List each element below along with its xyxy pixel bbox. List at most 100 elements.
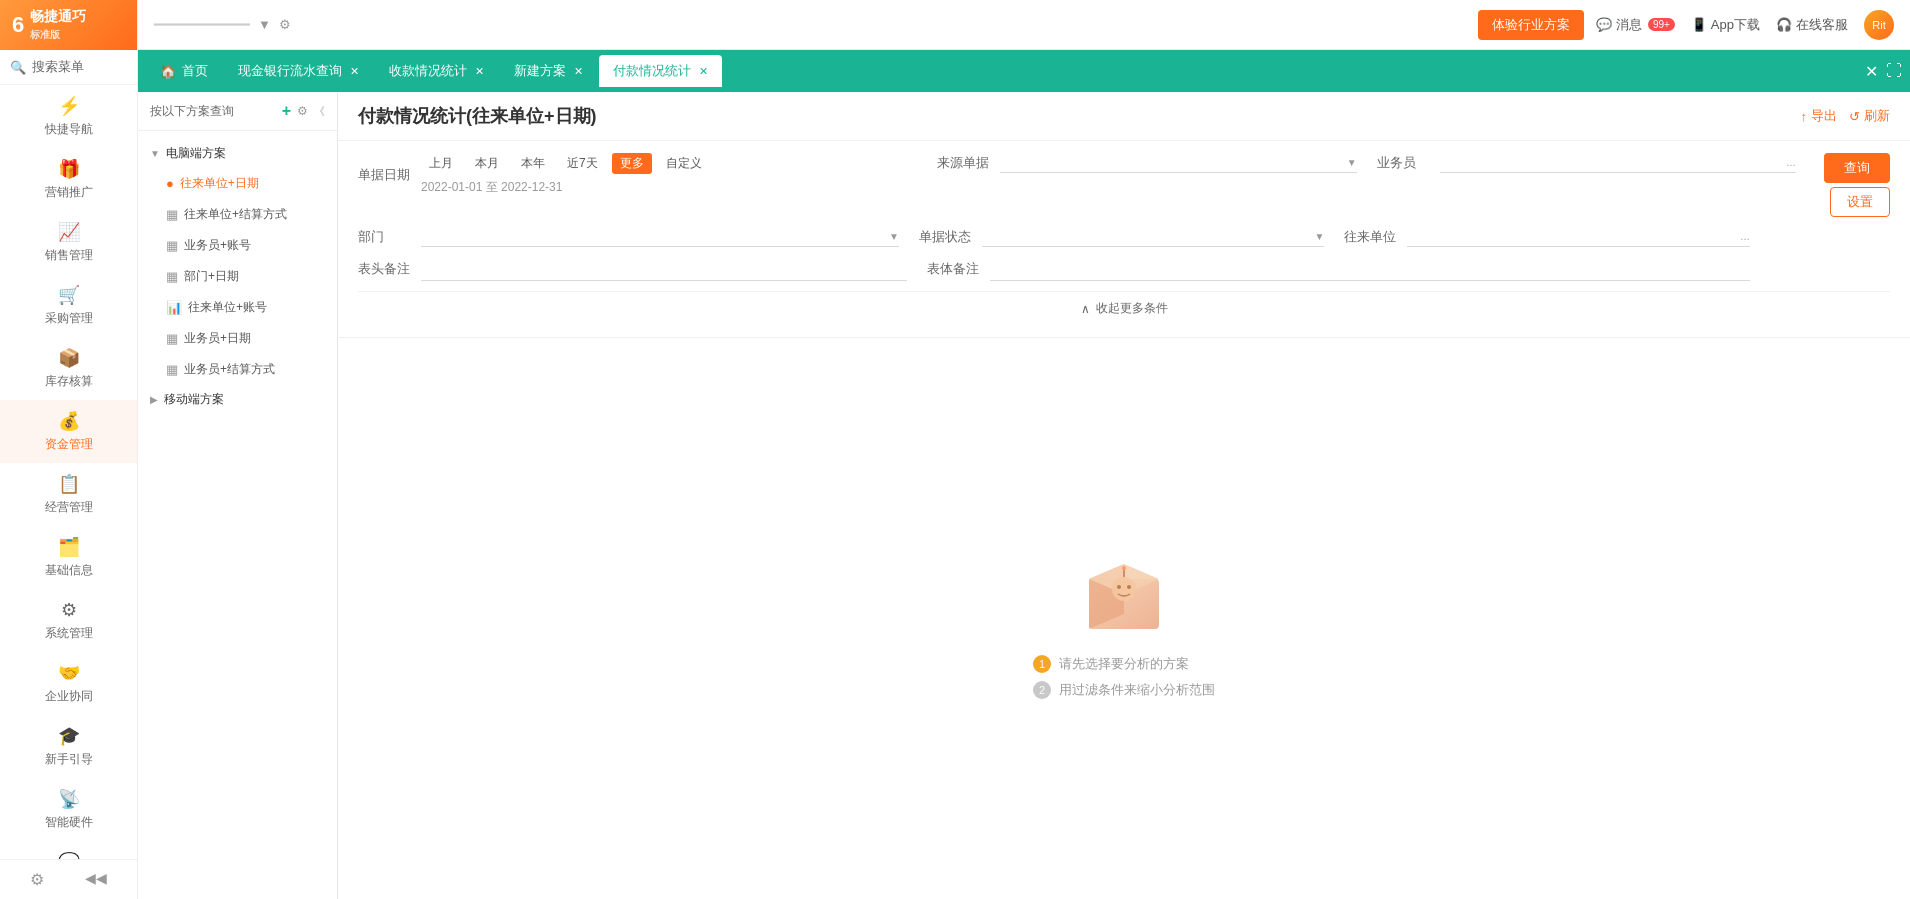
scheme-item-dept-date[interactable]: ▦ 部门+日期 [138, 261, 337, 292]
tab-cash-flow-label: 现金银行流水查询 [238, 62, 342, 80]
date-opt-more[interactable]: 更多 [612, 153, 652, 174]
filter-body-note-field: 表体备注 [927, 257, 1750, 281]
scheme-item-salesperson-date[interactable]: ▦ 业务员+日期 [138, 323, 337, 354]
tab-payment-detail[interactable]: 付款情况统计 ✕ [599, 55, 722, 87]
scheme-item-salesperson-settlement[interactable]: ▦ 业务员+结算方式 [138, 354, 337, 385]
scheme-group-mobile-title[interactable]: ▶ 移动端方案 [138, 385, 337, 414]
doc-status-label: 单据状态 [919, 228, 974, 246]
refresh-icon: ↺ [1849, 109, 1860, 124]
tab-new-scheme-label: 新建方案 [514, 62, 566, 80]
svg-point-5 [1127, 585, 1131, 589]
page-title: 付款情况统计(往来单位+日期) [358, 104, 597, 128]
footer-collapse-icon[interactable]: ◀◀ [85, 870, 107, 889]
operations-icon: 📋 [58, 473, 80, 495]
sidebar-item-finance[interactable]: 💰 资金管理 [0, 400, 137, 463]
dropdown-icon[interactable]: ▼ [258, 17, 271, 32]
system-icon: ⚙ [61, 599, 77, 621]
settings-icon[interactable]: ⚙ [279, 17, 291, 32]
filter-settings-button[interactable]: 设置 [1830, 187, 1890, 217]
scheme-item-unit-settlement[interactable]: ▦ 往来单位+结算方式 [138, 199, 337, 230]
refresh-label: 刷新 [1864, 107, 1890, 125]
tab-home[interactable]: 🏠 首页 [146, 55, 222, 87]
tab-payment-stats[interactable]: 收款情况统计 ✕ [375, 55, 498, 87]
query-button[interactable]: 查询 [1824, 153, 1890, 183]
date-opt-last-7-days[interactable]: 近7天 [559, 153, 606, 174]
scheme-item-label: 业务员+日期 [184, 330, 251, 347]
filter-partner-field: 往来单位 … [1344, 227, 1750, 247]
message-action[interactable]: 💬 消息 99+ [1596, 16, 1675, 34]
svg-point-4 [1117, 585, 1121, 589]
scheme-panel: 按以下方案查询 + ⚙ 《 ▼ 电脑端方案 ● 往来单位+日期 [138, 92, 338, 899]
sidebar-item-label: 销售管理 [45, 247, 93, 264]
scheme-item-label: 业务员+账号 [184, 237, 251, 254]
date-opt-custom[interactable]: 自定义 [658, 153, 710, 174]
empty-tip-2: 2 用过滤条件来缩小分析范围 [1033, 681, 1215, 699]
doc-status-select[interactable]: ▼ [982, 227, 1325, 247]
tab-cash-flow-close[interactable]: ✕ [350, 65, 359, 78]
svg-point-3 [1112, 577, 1136, 601]
scheme-item-unit-account[interactable]: 📊 往来单位+账号 [138, 292, 337, 323]
message-badge: 99+ [1648, 18, 1675, 31]
scheme-collapse-icon[interactable]: 《 [314, 104, 325, 119]
sidebar-search[interactable]: 🔍 搜索菜单 [0, 50, 137, 85]
filter-row-3: 表头备注 表体备注 [358, 257, 1890, 281]
body-note-input[interactable] [990, 257, 1750, 281]
tab-new-scheme[interactable]: 新建方案 ✕ [500, 55, 597, 87]
dept-select[interactable]: ▼ [421, 227, 899, 247]
page-header: 付款情况统计(往来单位+日期) ↑ 导出 ↺ 刷新 [338, 92, 1910, 141]
date-label: 单据日期 [358, 166, 413, 184]
account-info: ━━━━━━━━━━━━ ▼ ⚙ [154, 17, 1466, 32]
tab-expand-icon[interactable]: ⛶ [1886, 62, 1902, 80]
date-opt-last-month[interactable]: 上月 [421, 153, 461, 174]
scheme-settings-icon[interactable]: ⚙ [297, 104, 308, 118]
scheme-group-desktop-title[interactable]: ▼ 电脑端方案 [138, 139, 337, 168]
sales-icon: 📈 [58, 221, 80, 243]
sidebar-item-smart-hw[interactable]: 📡 智能硬件 [0, 778, 137, 841]
scheme-item-icon: ▦ [166, 238, 178, 253]
export-button[interactable]: ↑ 导出 [1801, 107, 1838, 125]
collapse-conditions-button[interactable]: ∧ 收起更多条件 [358, 291, 1890, 325]
scheme-item-unit-date[interactable]: ● 往来单位+日期 [138, 168, 337, 199]
sidebar-item-base-info[interactable]: 🗂️ 基础信息 [0, 526, 137, 589]
sidebar-item-guide[interactable]: 🎓 新手引导 [0, 715, 137, 778]
sidebar-item-wechat[interactable]: 💬 企业微信 [0, 841, 137, 859]
sidebar-item-system[interactable]: ⚙ 系统管理 [0, 589, 137, 652]
source-doc-select[interactable]: ▼ [1000, 153, 1356, 173]
tab-payment-detail-close[interactable]: ✕ [699, 65, 708, 78]
sidebar-item-inventory[interactable]: 📦 库存核算 [0, 337, 137, 400]
sidebar-item-enterprise[interactable]: 🤝 企业协同 [0, 652, 137, 715]
sidebar: 6 畅捷通巧 标准版 🔍 搜索菜单 ⚡ 快捷导航 🎁 营销推广 📈 销售管理 🛒… [0, 0, 138, 899]
header-note-input[interactable] [421, 257, 907, 281]
sidebar-item-label: 系统管理 [45, 625, 93, 642]
sidebar-item-purchase[interactable]: 🛒 采购管理 [0, 274, 137, 337]
quick-nav-icon: ⚡ [58, 95, 80, 117]
tab-payment-stats-close[interactable]: ✕ [475, 65, 484, 78]
page-header-actions: ↑ 导出 ↺ 刷新 [1801, 107, 1891, 125]
online-service-action[interactable]: 🎧 在线客服 [1776, 16, 1848, 34]
topbar: ━━━━━━━━━━━━ ▼ ⚙ 体验行业方案 💬 消息 99+ 📱 App下载… [138, 0, 1910, 50]
doc-status-arrow: ▼ [1314, 231, 1324, 242]
refresh-button[interactable]: ↺ 刷新 [1849, 107, 1890, 125]
scheme-add-icon[interactable]: + [282, 102, 291, 120]
tab-cash-flow[interactable]: 现金银行流水查询 ✕ [224, 55, 373, 87]
trial-button[interactable]: 体验行业方案 [1478, 10, 1584, 40]
app-download-action[interactable]: 📱 App下载 [1691, 16, 1760, 34]
footer-settings-icon[interactable]: ⚙ [30, 870, 44, 889]
salesperson-select[interactable]: … [1440, 153, 1796, 173]
group-arrow-icon: ▼ [150, 148, 160, 159]
scheme-item-salesperson-account[interactable]: ▦ 业务员+账号 [138, 230, 337, 261]
sidebar-item-marketing[interactable]: 🎁 营销推广 [0, 148, 137, 211]
date-range-text: 2022-01-01 至 2022-12-31 [421, 179, 917, 196]
tab-close-all-icon[interactable]: ✕ [1865, 62, 1878, 81]
tab-new-scheme-close[interactable]: ✕ [574, 65, 583, 78]
date-opt-this-year[interactable]: 本年 [513, 153, 553, 174]
sidebar-item-sales[interactable]: 📈 销售管理 [0, 211, 137, 274]
tab-home-label: 首页 [182, 62, 208, 80]
filter-date-field: 单据日期 上月 本月 本年 近7天 更多 自定义 2022-01-01 至 20… [358, 153, 917, 196]
date-options: 上月 本月 本年 近7天 更多 自定义 [421, 153, 917, 174]
sidebar-item-quick-nav[interactable]: ⚡ 快捷导航 [0, 85, 137, 148]
sidebar-item-operations[interactable]: 📋 经营管理 [0, 463, 137, 526]
user-avatar[interactable]: Rit [1864, 10, 1894, 40]
partner-select[interactable]: … [1407, 227, 1750, 247]
date-opt-this-month[interactable]: 本月 [467, 153, 507, 174]
